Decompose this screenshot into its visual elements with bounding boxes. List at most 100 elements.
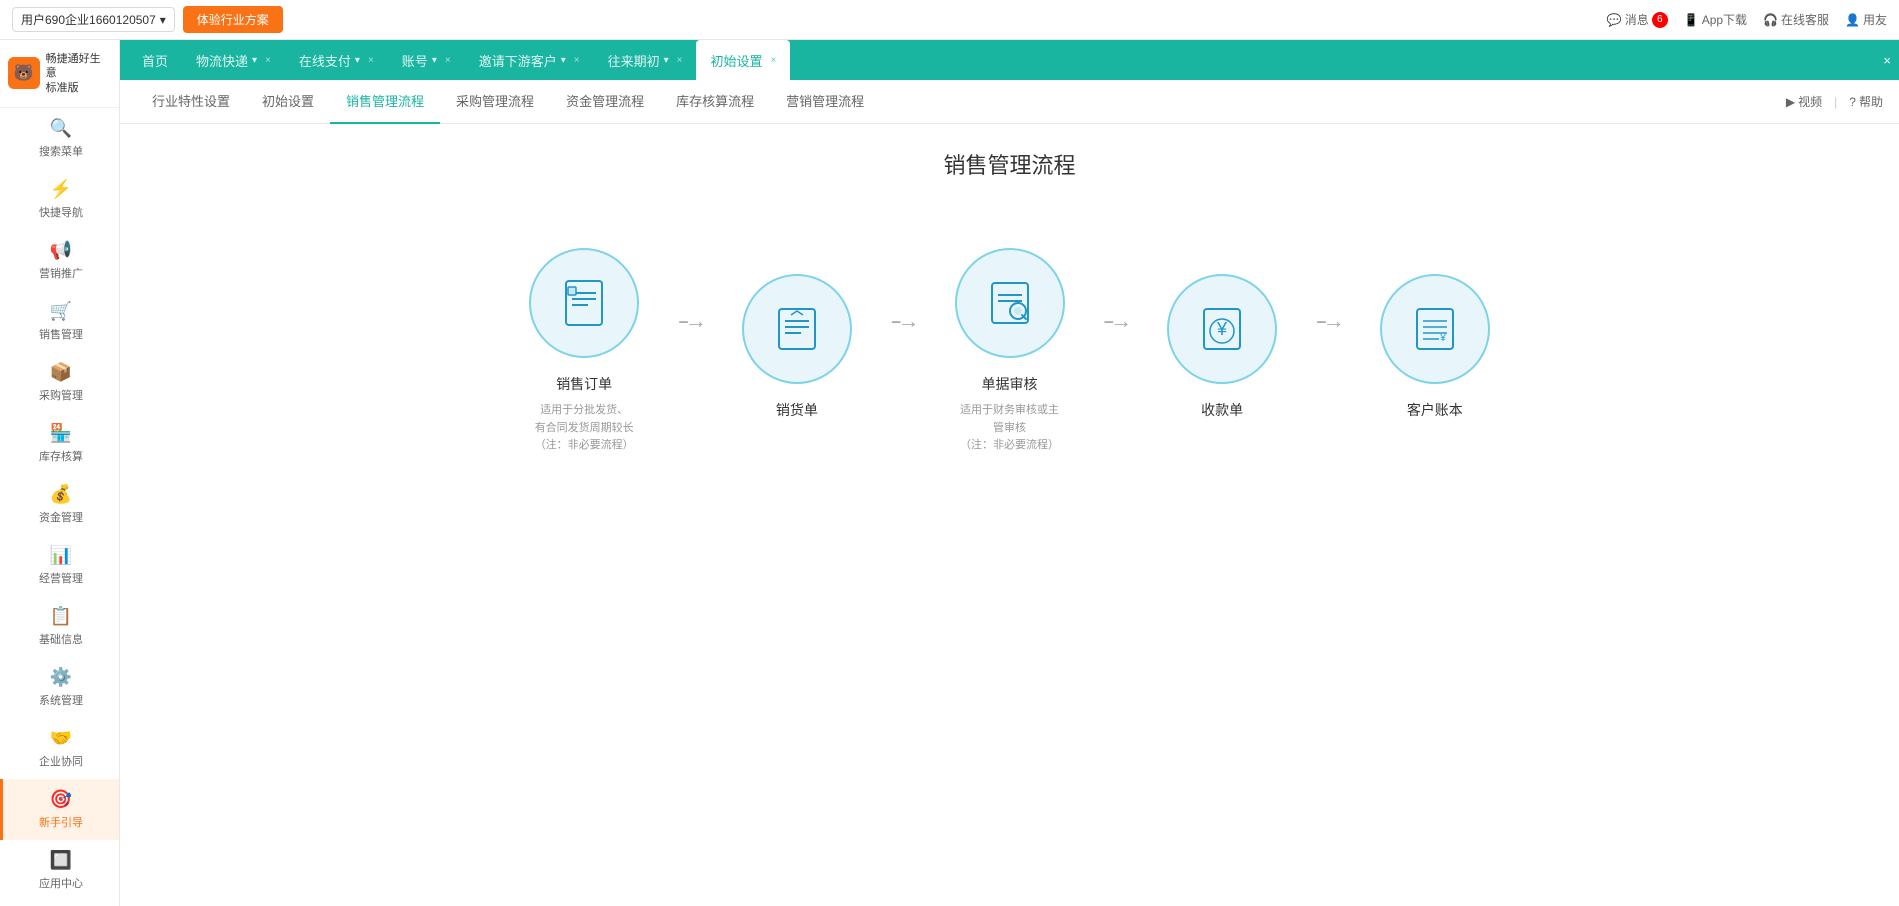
video-link[interactable]: ▶ 视频 — [1786, 93, 1822, 110]
appcenter-icon: 🔲 — [50, 850, 72, 871]
sidebar-item-label: 资金管理 — [39, 509, 83, 525]
basic-info-icon: 📋 — [50, 606, 72, 627]
account-close-icon[interactable]: × — [445, 55, 451, 66]
message-badge: 6 — [1652, 12, 1668, 28]
nav-tab-period-label: 往来期初 — [608, 51, 660, 70]
main-layout: 🐻 畅捷通好生意 标准版 🔍 搜索菜单 ⚡ 快捷导航 📢 营销推广 🛒 销售管理… — [0, 40, 1899, 906]
sub-tab-purchase-flow-label: 采购管理流程 — [456, 91, 534, 110]
sidebar-item-basic-info[interactable]: 📋 基础信息 — [0, 596, 119, 657]
sidebar-item-search[interactable]: 🔍 搜索菜单 — [0, 108, 119, 169]
user-name: 用友 — [1863, 11, 1887, 28]
flow-desc-sales-order: 适用于分批发货、有合同发货周期较长（注：非必要流程） — [535, 402, 634, 455]
sub-tab-industry[interactable]: 行业特性设置 — [136, 80, 246, 124]
sidebar-item-sales[interactable]: 🛒 销售管理 — [0, 291, 119, 352]
online-service-label: 在线客服 — [1781, 11, 1829, 28]
content-area: 首页 物流快递 ▾ × 在线支付 ▾ × 账号 ▾ × 邀请下游客户 ▾ × — [120, 40, 1899, 906]
sidebar-logo: 🐻 畅捷通好生意 标准版 — [0, 40, 119, 108]
inventory-icon: 🏪 — [50, 423, 72, 444]
sub-tab-purchase-flow[interactable]: 采购管理流程 — [440, 80, 550, 124]
initial-close-icon[interactable]: × — [770, 55, 776, 66]
sub-tabs: 行业特性设置 初始设置 销售管理流程 采购管理流程 资金管理流程 库存核算流程 … — [120, 80, 1899, 124]
period-arrow-icon: ▾ — [664, 55, 669, 66]
flow-label-ledger: 客户账本 — [1407, 400, 1463, 420]
sidebar-item-label: 新手引导 — [39, 814, 83, 830]
flow-circle-audit — [955, 248, 1065, 358]
message-link[interactable]: 💬 消息 6 — [1607, 11, 1668, 28]
help-icon: ? — [1849, 95, 1856, 109]
app-download-link[interactable]: 📱 App下载 — [1684, 11, 1747, 28]
invite-close-icon[interactable]: × — [574, 55, 580, 66]
sub-tabs-right: ▶ 视频 | ? 帮助 — [1786, 93, 1883, 110]
chevron-down-icon: ▾ — [160, 13, 166, 27]
help-link[interactable]: ? 帮助 — [1849, 93, 1883, 110]
search-icon: 🔍 — [50, 118, 72, 139]
sub-tab-marketing-flow[interactable]: 营销管理流程 — [770, 80, 880, 124]
logo-icon: 🐻 — [8, 57, 40, 89]
sub-tab-inventory-flow[interactable]: 库存核算流程 — [660, 80, 770, 124]
sub-tab-finance-flow[interactable]: 资金管理流程 — [550, 80, 660, 124]
flow-circle-ledger: ¥ — [1380, 274, 1490, 384]
flow-label-audit: 单据审核 — [982, 374, 1038, 394]
sidebar-item-label: 销售管理 — [39, 326, 83, 342]
sub-tab-marketing-flow-label: 营销管理流程 — [786, 91, 864, 110]
sidebar: 🐻 畅捷通好生意 标准版 🔍 搜索菜单 ⚡ 快捷导航 📢 营销推广 🛒 销售管理… — [0, 40, 120, 906]
sidebar-item-system[interactable]: ⚙️ 系统管理 — [0, 657, 119, 718]
user-avatar-link[interactable]: 👤 用友 — [1845, 11, 1887, 28]
nav-close-all[interactable]: × — [1883, 53, 1891, 68]
flow-item-audit[interactable]: 单据审核 适用于财务审核或主管审核（注：非必要流程） — [920, 248, 1100, 455]
nav-tab-payment-label: 在线支付 — [299, 51, 351, 70]
sub-tab-initial[interactable]: 初始设置 — [246, 80, 330, 124]
logistics-close-icon[interactable]: × — [265, 55, 271, 66]
logo-text: 畅捷通好生意 标准版 — [46, 52, 111, 95]
sidebar-item-appcenter[interactable]: 🔲 应用中心 — [0, 840, 119, 901]
nav-tab-logistics[interactable]: 物流快递 ▾ × — [182, 40, 285, 80]
sub-tab-sales-flow[interactable]: 销售管理流程 — [330, 80, 440, 124]
nav-tab-period[interactable]: 往来期初 ▾ × — [594, 40, 697, 80]
system-icon: ⚙️ — [50, 667, 72, 688]
finance-icon: 💰 — [50, 484, 72, 505]
purchase-icon: 📦 — [50, 362, 72, 383]
online-service-link[interactable]: 🎧 在线客服 — [1763, 11, 1829, 28]
sub-tab-inventory-flow-label: 库存核算流程 — [676, 91, 754, 110]
flow-item-delivery[interactable]: 销货单 — [707, 274, 887, 428]
sidebar-item-purchase[interactable]: 📦 采购管理 — [0, 352, 119, 413]
payment-close-icon[interactable]: × — [368, 55, 374, 66]
sidebar-item-marketing[interactable]: 📢 营销推广 — [0, 230, 119, 291]
flow-item-sales-order[interactable]: 销售订单 适用于分批发货、有合同发货周期较长（注：非必要流程） — [494, 248, 674, 455]
trial-button[interactable]: 体验行业方案 — [183, 6, 283, 33]
headset-icon: 🎧 — [1763, 13, 1778, 27]
sidebar-item-label: 快捷导航 — [39, 204, 83, 220]
phone-icon: 📱 — [1684, 13, 1699, 27]
sidebar-item-cooperation[interactable]: 🤝 企业协同 — [0, 718, 119, 779]
svg-text:¥: ¥ — [1216, 319, 1228, 339]
period-close-icon[interactable]: × — [677, 55, 683, 66]
sidebar-item-operations[interactable]: 📊 经营管理 — [0, 535, 119, 596]
nav-tab-invite[interactable]: 邀请下游客户 ▾ × — [465, 40, 594, 80]
sub-tab-initial-label: 初始设置 — [262, 91, 314, 110]
nav-tab-home-label: 首页 — [142, 51, 168, 70]
nav-tab-payment[interactable]: 在线支付 ▾ × — [285, 40, 388, 80]
flow-desc-audit: 适用于财务审核或主管审核（注：非必要流程） — [960, 402, 1059, 455]
sidebar-item-guide[interactable]: 🎯 新手引导 — [0, 779, 119, 840]
sidebar-item-label: 企业协同 — [39, 753, 83, 769]
sidebar-item-label: 经营管理 — [39, 570, 83, 586]
nav-tab-account[interactable]: 账号 ▾ × — [388, 40, 465, 80]
nav-tab-initial[interactable]: 初始设置 × — [696, 40, 790, 80]
user-selector[interactable]: 用户690企业1660120507 ▾ — [12, 7, 175, 32]
top-bar-right: 💬 消息 6 📱 App下载 🎧 在线客服 👤 用友 — [1607, 11, 1887, 28]
sidebar-item-finance[interactable]: 💰 资金管理 — [0, 474, 119, 535]
sidebar-item-quicknav[interactable]: ⚡ 快捷导航 — [0, 169, 119, 230]
flow-item-payment[interactable]: ¥ 收款单 — [1132, 274, 1312, 428]
sidebar-item-inventory[interactable]: 🏪 库存核算 — [0, 413, 119, 474]
flow-diagram: 销售订单 适用于分批发货、有合同发货周期较长（注：非必要流程） --→ — [144, 228, 1875, 515]
sidebar-item-wechat[interactable]: 💬 企业微信 — [0, 901, 119, 906]
top-bar-left: 用户690企业1660120507 ▾ 体验行业方案 — [12, 6, 283, 33]
flow-item-ledger[interactable]: ¥ 客户账本 — [1345, 274, 1525, 428]
sidebar-item-label: 采购管理 — [39, 387, 83, 403]
flow-label-sales-order: 销售订单 — [556, 374, 612, 394]
logistics-arrow-icon: ▾ — [252, 55, 257, 66]
nav-tab-home[interactable]: 首页 — [128, 40, 182, 80]
flow-arrow-1: --→ — [678, 308, 703, 394]
video-icon: ▶ — [1786, 95, 1795, 109]
nav-tabs: 首页 物流快递 ▾ × 在线支付 ▾ × 账号 ▾ × 邀请下游客户 ▾ × — [120, 40, 1899, 80]
